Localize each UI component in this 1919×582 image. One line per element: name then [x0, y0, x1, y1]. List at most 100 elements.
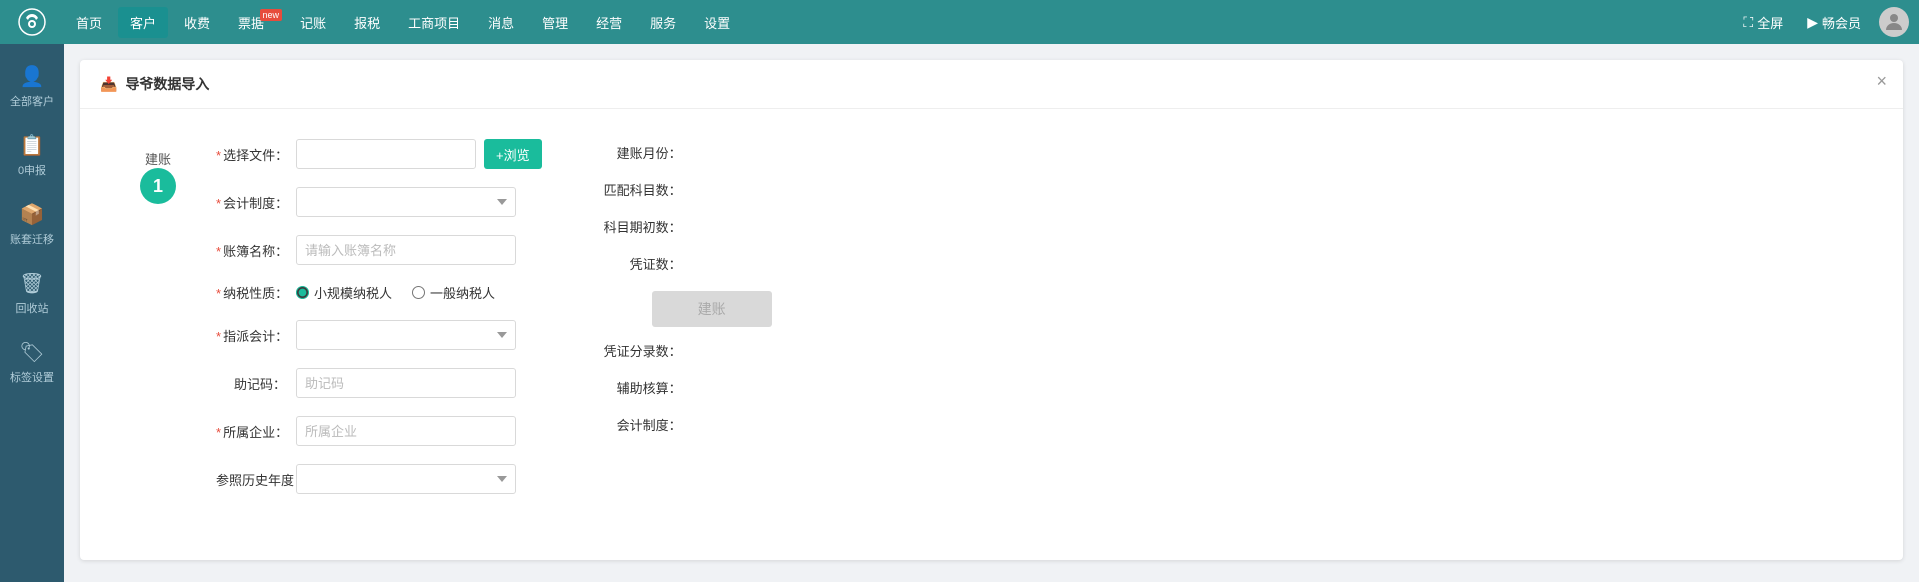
tax-type-radio-group: 小规模纳税人 一般纳税人 [296, 283, 495, 302]
step-badge: 1 [140, 168, 176, 204]
history-year-row: 参照历史年度： [216, 464, 542, 494]
sidebar-label-all-customers: 全部客户 [10, 93, 54, 109]
ledger-name-label: 账簿名称： [216, 241, 296, 260]
tax-type-general-label: 一般纳税人 [430, 283, 495, 302]
sidebar-label-account-migration: 账套迁移 [10, 231, 54, 247]
dialog-header: 📥 导爷数据导入 [80, 60, 1903, 109]
accounting-system2-row: 会计制度： [602, 415, 822, 434]
vip-label: 畅会员 [1822, 13, 1861, 32]
migration-icon: 📦 [20, 202, 45, 227]
tax-type-label: 纳税性质： [216, 283, 296, 302]
company-row: 所属企业： [216, 416, 542, 446]
file-input-group: +浏览 [296, 139, 542, 169]
sidebar-item-tag-settings[interactable]: 🏷 标签设置 [0, 330, 64, 395]
nav-item-service[interactable]: 服务 [638, 7, 688, 38]
nav-item-home[interactable]: 首页 [64, 7, 114, 38]
aux-accounting-label: 辅助核算： [602, 378, 692, 397]
nav-item-bizproject[interactable]: 工商项目 [396, 7, 472, 38]
memo-code-label: 助记码： [216, 374, 296, 393]
recycle-icon: 🗑 [19, 271, 44, 296]
subject-init-label: 科目期初数： [602, 217, 692, 236]
build-button-area: 建账 [602, 291, 822, 327]
sidebar-label-declaration: 0申报 [18, 162, 46, 178]
accounting-system-label: 会计制度： [216, 193, 296, 212]
history-year-label: 参照历史年度： [216, 470, 296, 489]
build-month-row: 建账月份： [602, 143, 822, 162]
file-row: 选择文件： +浏览 [216, 139, 542, 169]
match-subjects-label: 匹配科目数： [602, 180, 692, 199]
assign-accountant-row: 指派会计： [216, 320, 542, 350]
browse-button[interactable]: +浏览 [484, 139, 542, 169]
aux-accounting-row: 辅助核算： [602, 378, 822, 397]
vip-button[interactable]: ▶ 畅会员 [1801, 9, 1867, 36]
fullscreen-label: 全屏 [1757, 13, 1783, 32]
user-icon: 👤 [20, 64, 45, 89]
tag-icon: 🏷 [19, 340, 44, 365]
sidebar-item-all-customers[interactable]: 👤 全部客户 [0, 54, 64, 119]
sidebar-item-account-migration[interactable]: 📦 账套迁移 [0, 192, 64, 257]
tax-type-small[interactable]: 小规模纳税人 [296, 283, 392, 302]
voucher-entries-label: 凭证分录数： [602, 341, 692, 360]
build-month-label: 建账月份： [602, 143, 692, 162]
fullscreen-icon: ⛶ [1743, 14, 1753, 31]
ledger-name-input[interactable] [296, 235, 516, 265]
step-indicator: 建账 1 [140, 139, 176, 512]
dialog-title-icon: 📥 [100, 76, 117, 93]
form-and-info: 选择文件： +浏览 会计制度： [216, 139, 1843, 512]
assign-accountant-select[interactable] [296, 320, 516, 350]
nav-menu: 首页 客户 收费 票据 new 记账 报税 工商项目 消息 管理 经营 服务 设… [64, 7, 1737, 38]
sidebar-item-recycle[interactable]: 🗑 回收站 [0, 261, 64, 326]
voucher-count-row: 凭证数： [602, 254, 822, 273]
ledger-name-row: 账簿名称： [216, 235, 542, 265]
tax-type-general[interactable]: 一般纳税人 [412, 283, 495, 302]
assign-accountant-label: 指派会计： [216, 326, 296, 345]
new-badge: new [260, 9, 283, 22]
sidebar: 👤 全部客户 📋 0申报 📦 账套迁移 🗑 回收站 🏷 标签设置 [0, 44, 64, 582]
app-logo[interactable] [10, 0, 54, 44]
dialog-title: 导爷数据导入 [125, 74, 209, 94]
company-label: 所属企业： [216, 422, 296, 441]
nav-item-invoice[interactable]: 票据 new [226, 7, 284, 38]
declaration-icon: 📋 [20, 133, 45, 158]
dialog-panel: 📥 导爷数据导入 × 建账 1 [80, 60, 1903, 560]
nav-item-message[interactable]: 消息 [476, 7, 526, 38]
top-navigation: 首页 客户 收费 票据 new 记账 报税 工商项目 消息 管理 经营 服务 设… [0, 0, 1919, 44]
nav-right-area: ⛶ 全屏 ▶ 畅会员 [1737, 7, 1909, 37]
nav-item-customer[interactable]: 客户 [118, 7, 168, 38]
company-input[interactable] [296, 416, 516, 446]
voucher-count-label: 凭证数： [602, 254, 692, 273]
fullscreen-button[interactable]: ⛶ 全屏 [1737, 9, 1789, 36]
user-avatar[interactable] [1879, 7, 1909, 37]
nav-item-charge[interactable]: 收费 [172, 7, 222, 38]
accounting-system2-label: 会计制度： [602, 415, 692, 434]
build-account-button[interactable]: 建账 [652, 291, 772, 327]
file-input[interactable] [296, 139, 476, 169]
sidebar-label-tag-settings: 标签设置 [10, 369, 54, 385]
sidebar-label-recycle: 回收站 [16, 300, 49, 316]
voucher-entries-row: 凭证分录数： [602, 341, 822, 360]
memo-code-row: 助记码： [216, 368, 542, 398]
memo-code-input[interactable] [296, 368, 516, 398]
match-subjects-row: 匹配科目数： [602, 180, 822, 199]
info-section: 建账月份： 匹配科目数： 科目期初数： [602, 139, 822, 512]
nav-item-ledger[interactable]: 记账 [288, 7, 338, 38]
accounting-system-select[interactable] [296, 187, 516, 217]
step-label: 建账 [145, 149, 171, 168]
sidebar-item-declaration[interactable]: 📋 0申报 [0, 123, 64, 188]
nav-item-settings[interactable]: 设置 [692, 7, 742, 38]
file-label: 选择文件： [216, 145, 296, 164]
nav-item-tax[interactable]: 报税 [342, 7, 392, 38]
subject-init-row: 科目期初数： [602, 217, 822, 236]
dialog-close-button[interactable]: × [1876, 72, 1887, 90]
history-year-select[interactable] [296, 464, 516, 494]
tax-type-row: 纳税性质： 小规模纳税人 一般纳税人 [216, 283, 542, 302]
tax-type-small-label: 小规模纳税人 [314, 283, 392, 302]
dialog-body: 建账 1 选择文件： +浏览 [80, 109, 1903, 542]
nav-item-operation[interactable]: 经营 [584, 7, 634, 38]
main-layout: 👤 全部客户 📋 0申报 📦 账套迁移 🗑 回收站 🏷 标签设置 📥 导爷数据导… [0, 44, 1919, 582]
form-section: 选择文件： +浏览 会计制度： [216, 139, 542, 512]
main-content-area: 📥 导爷数据导入 × 建账 1 [64, 44, 1919, 582]
nav-item-manage[interactable]: 管理 [530, 7, 580, 38]
accounting-system-row: 会计制度： [216, 187, 542, 217]
vip-icon: ▶ [1807, 14, 1818, 31]
